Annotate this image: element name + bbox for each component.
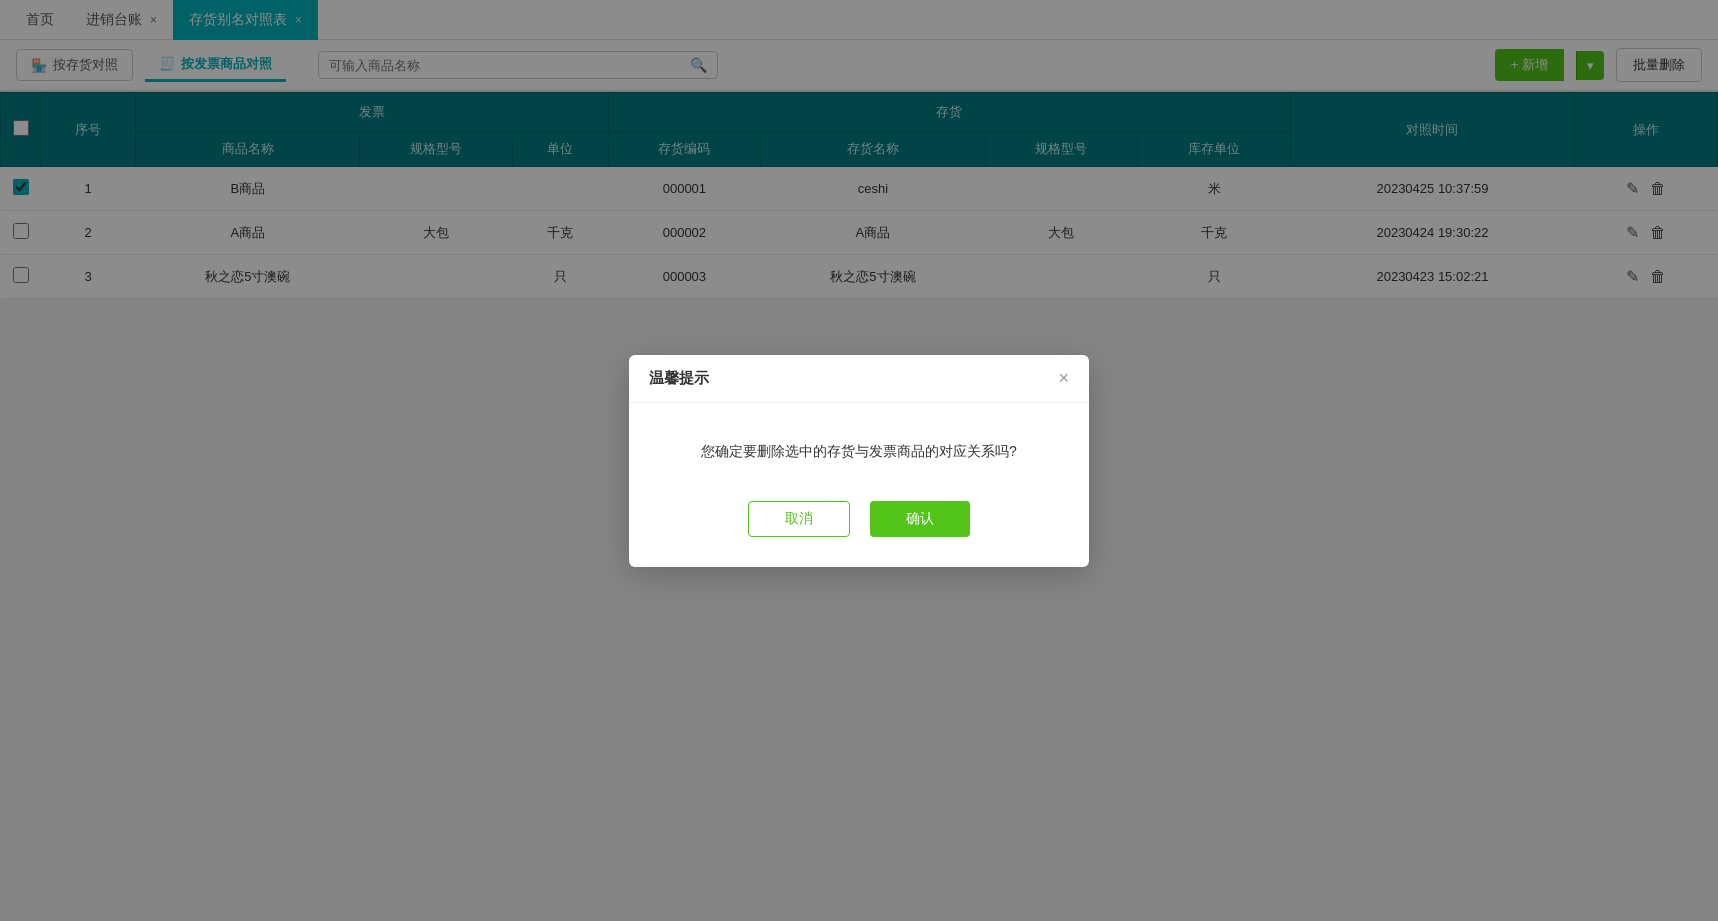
modal-overlay: 温馨提示 × 您确定要删除选中的存货与发票商品的对应关系吗? 取消 确认	[0, 0, 1718, 299]
